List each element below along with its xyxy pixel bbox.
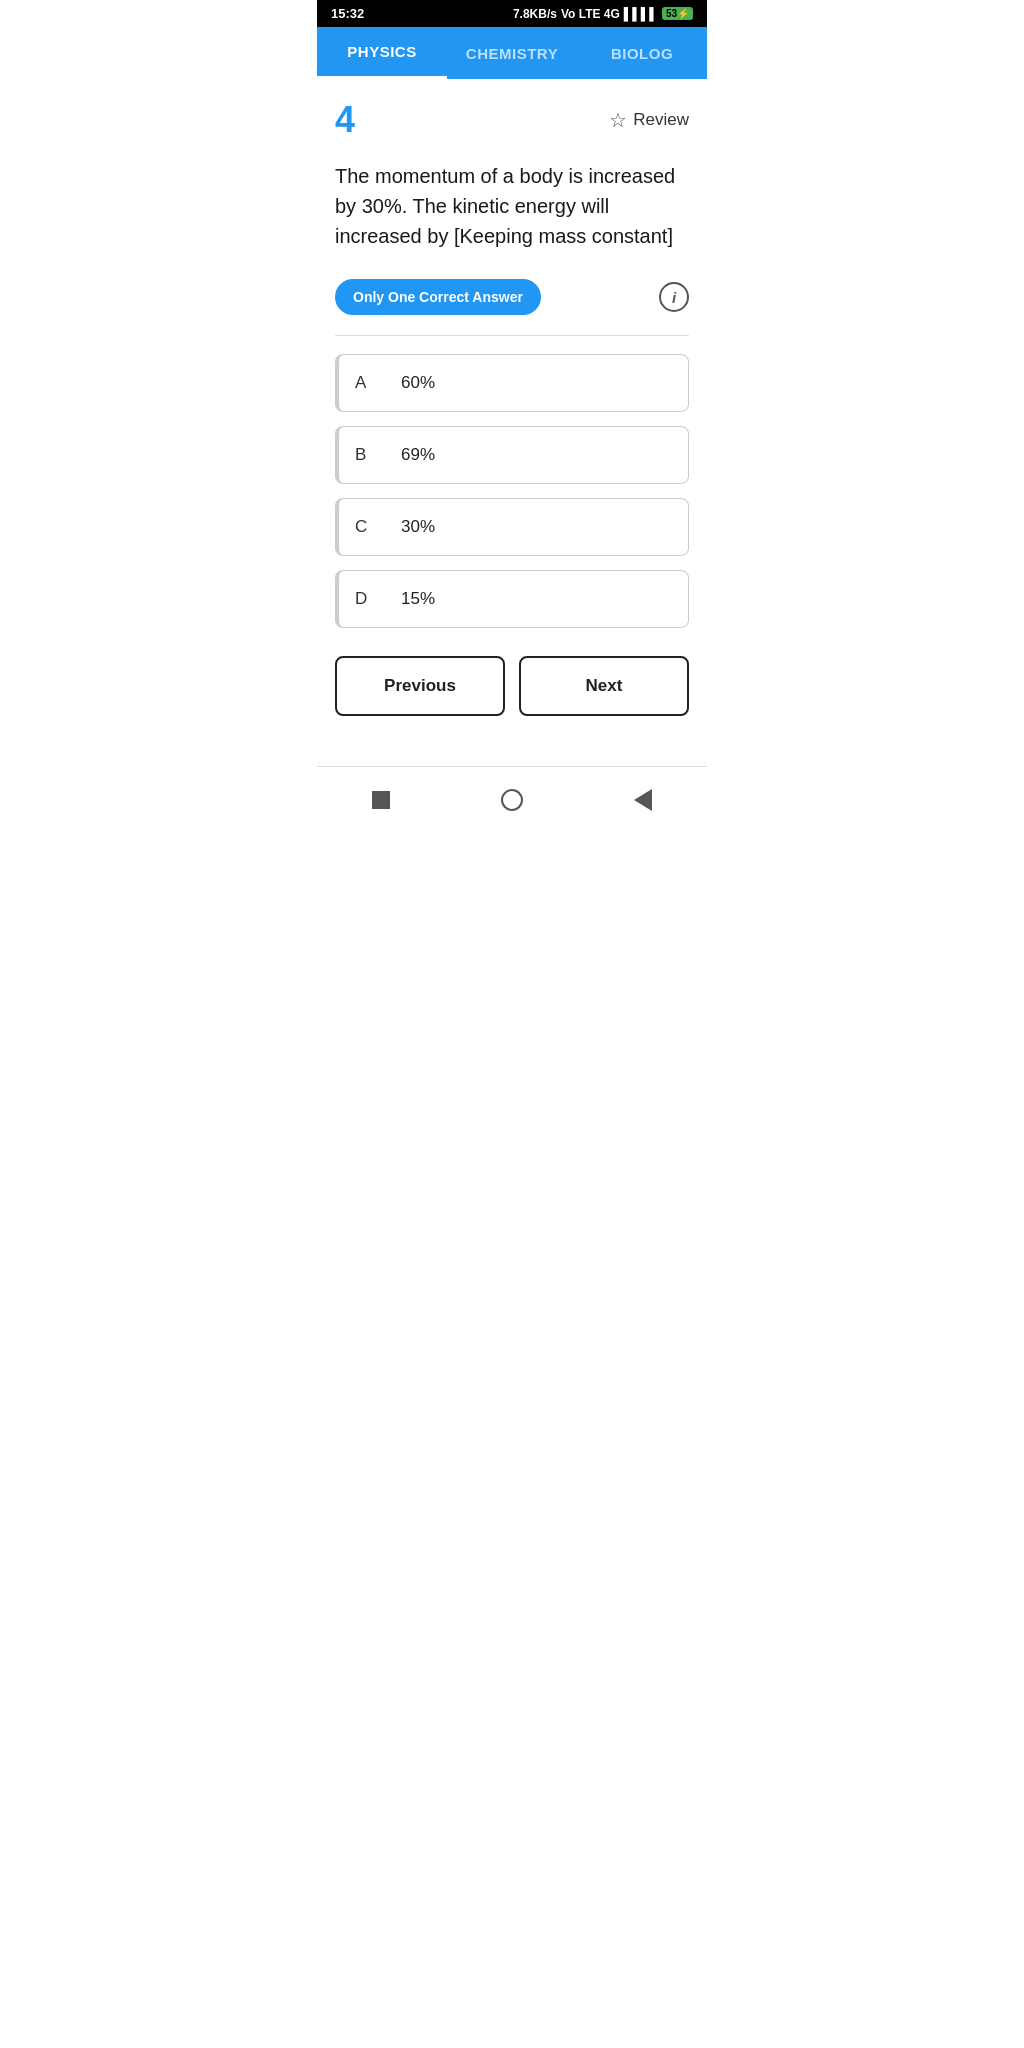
tab-biology[interactable]: BIOLOG	[577, 29, 707, 78]
option-d-label: D	[355, 589, 385, 609]
option-b-value: 69%	[401, 445, 435, 465]
divider	[335, 335, 689, 336]
bottom-nav-bar	[317, 766, 707, 833]
option-c-label: C	[355, 517, 385, 537]
network-type: Vo LTE 4G	[561, 7, 620, 21]
option-a-label: A	[355, 373, 385, 393]
signal-icon: ▌▌▌▌	[624, 7, 658, 21]
option-d-value: 15%	[401, 589, 435, 609]
option-b[interactable]: B 69%	[335, 426, 689, 484]
badge-row: Only One Correct Answer i	[335, 279, 689, 315]
star-icon: ☆	[609, 108, 627, 132]
status-right: 7.8KB/s Vo LTE 4G ▌▌▌▌ 53 ⚡	[513, 7, 693, 21]
navigation-buttons: Previous Next	[335, 656, 689, 716]
review-label: Review	[633, 110, 689, 130]
square-icon	[372, 791, 390, 809]
previous-button[interactable]: Previous	[335, 656, 505, 716]
option-c-value: 30%	[401, 517, 435, 537]
option-c[interactable]: C 30%	[335, 498, 689, 556]
network-speed: 7.8KB/s	[513, 7, 557, 21]
options-list: A 60% B 69% C 30% D 15%	[335, 354, 689, 628]
triangle-icon	[634, 789, 652, 811]
tab-bar: PHYSICS CHEMISTRY BIOLOG	[317, 27, 707, 79]
question-text: The momentum of a body is increased by 3…	[335, 161, 689, 251]
back-button[interactable]	[626, 781, 660, 819]
review-button[interactable]: ☆ Review	[609, 108, 689, 132]
next-button[interactable]: Next	[519, 656, 689, 716]
option-d[interactable]: D 15%	[335, 570, 689, 628]
main-content: 4 ☆ Review The momentum of a body is inc…	[317, 79, 707, 766]
status-bar: 15:32 7.8KB/s Vo LTE 4G ▌▌▌▌ 53 ⚡	[317, 0, 707, 27]
tab-physics[interactable]: PHYSICS	[317, 27, 447, 79]
option-a[interactable]: A 60%	[335, 354, 689, 412]
battery-icon: 53 ⚡	[662, 7, 693, 20]
question-number: 4	[335, 99, 355, 141]
only-one-badge: Only One Correct Answer	[335, 279, 541, 315]
question-header: 4 ☆ Review	[335, 99, 689, 141]
square-home-button[interactable]	[364, 783, 398, 817]
time-display: 15:32	[331, 6, 364, 21]
info-icon[interactable]: i	[659, 282, 689, 312]
tab-chemistry[interactable]: CHEMISTRY	[447, 29, 577, 78]
circle-button[interactable]	[493, 781, 531, 819]
circle-icon	[501, 789, 523, 811]
option-a-value: 60%	[401, 373, 435, 393]
option-b-label: B	[355, 445, 385, 465]
